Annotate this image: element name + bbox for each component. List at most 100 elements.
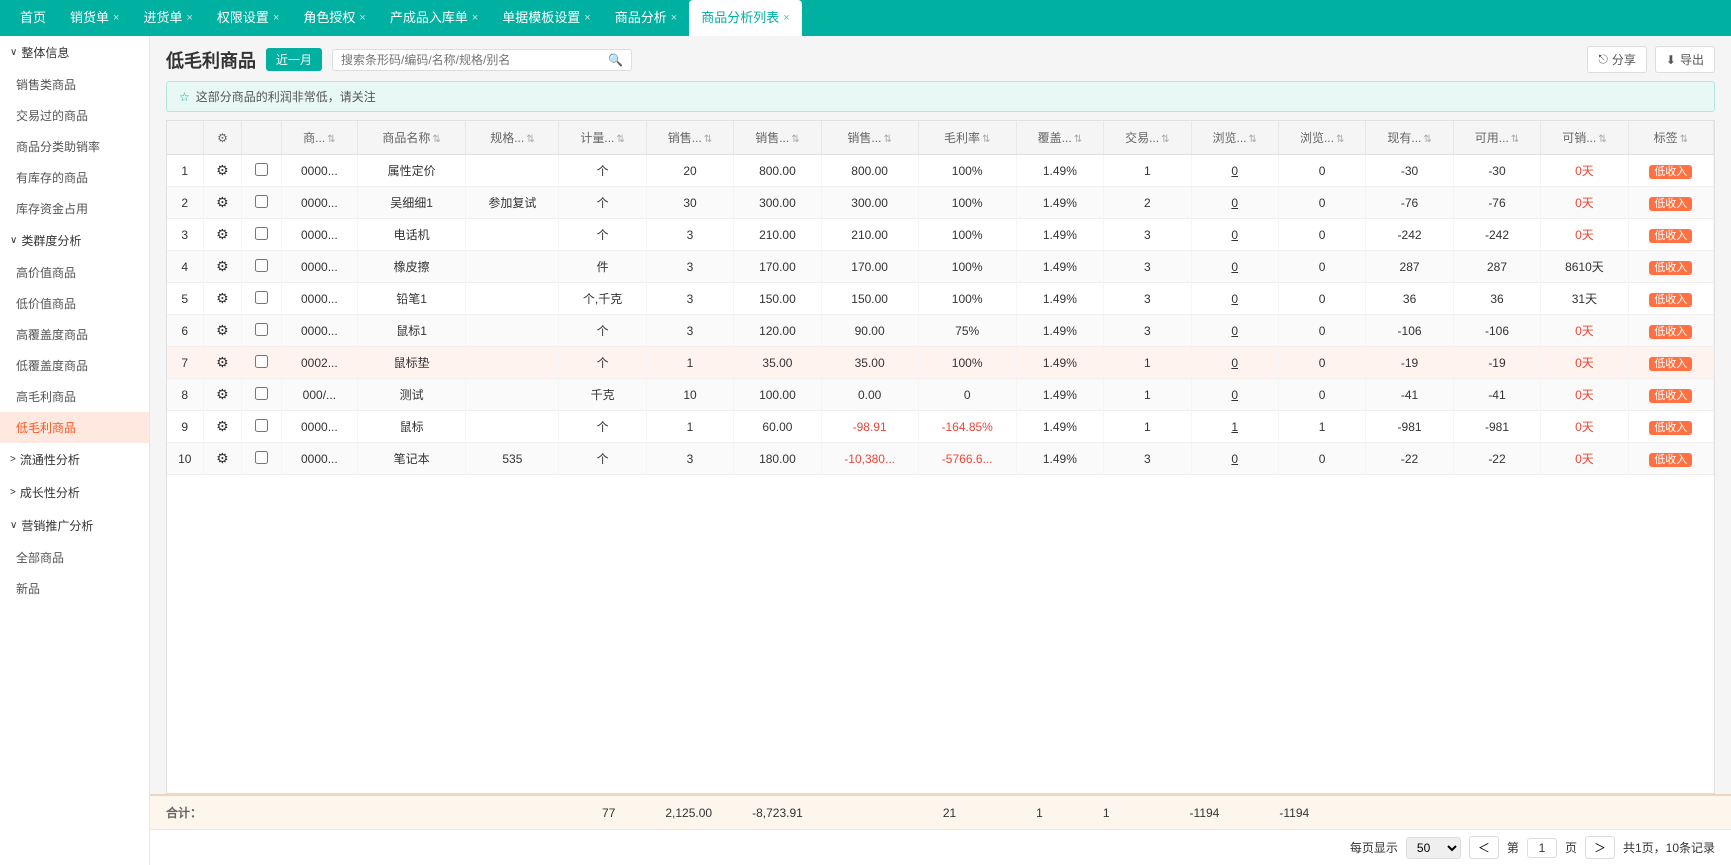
settings-icon[interactable]: ⚙ — [216, 290, 229, 306]
row-checkbox[interactable] — [255, 323, 268, 336]
settings-icon[interactable]: ⚙ — [216, 258, 229, 274]
view-link[interactable]: 0 — [1231, 356, 1238, 370]
settings-icon[interactable]: ⚙ — [216, 386, 229, 402]
search-input[interactable] — [341, 53, 608, 67]
export-button[interactable]: ⬇ 导出 — [1655, 46, 1715, 73]
nav-item-销货单[interactable]: 销货单× — [58, 0, 131, 36]
settings-icon[interactable]: ⚙ — [216, 162, 229, 178]
settings-icon[interactable]: ⚙ — [216, 418, 229, 434]
col-header-view1[interactable]: 浏览...⇅ — [1191, 121, 1278, 155]
row-checkbox[interactable] — [255, 355, 268, 368]
date-filter-button[interactable]: 近一月 — [266, 48, 322, 71]
col-header-gross_rate[interactable]: 毛利率⇅ — [918, 121, 1016, 155]
next-page-button[interactable]: ＞ — [1585, 836, 1615, 859]
cell-checkbox[interactable] — [242, 187, 282, 219]
nav-close-icon[interactable]: × — [783, 0, 789, 36]
sidebar-group-整体信息[interactable]: ∨整体信息 — [0, 36, 149, 69]
row-checkbox[interactable] — [255, 195, 268, 208]
cell-checkbox[interactable] — [242, 155, 282, 187]
page-size-select[interactable]: 50 100 — [1406, 837, 1461, 859]
cell-checkbox[interactable] — [242, 315, 282, 347]
cell-settings[interactable]: ⚙ — [203, 379, 242, 411]
row-checkbox[interactable] — [255, 259, 268, 272]
settings-icon[interactable]: ⚙ — [216, 450, 229, 466]
cell-checkbox[interactable] — [242, 411, 282, 443]
col-header-saleable[interactable]: 可销...⇅ — [1541, 121, 1628, 155]
nav-item-单据模板设置[interactable]: 单据模板设置× — [490, 0, 602, 36]
cell-settings[interactable]: ⚙ — [203, 187, 242, 219]
row-checkbox[interactable] — [255, 227, 268, 240]
nav-item-商品分析列表[interactable]: 商品分析列表× — [689, 0, 801, 36]
col-header-sales_qty[interactable]: 销售...⇅ — [646, 121, 733, 155]
prev-page-button[interactable]: ＜ — [1469, 836, 1499, 859]
share-button[interactable]: ⎋ 分享 — [1587, 46, 1647, 73]
col-header-code[interactable]: 商...⇅ — [282, 121, 358, 155]
sidebar-item-商品分类助销率[interactable]: 商品分类助销率 — [0, 131, 149, 162]
cell-settings[interactable]: ⚙ — [203, 411, 242, 443]
sidebar-item-高覆盖度商品[interactable]: 高覆盖度商品 — [0, 319, 149, 350]
row-checkbox[interactable] — [255, 451, 268, 464]
cell-settings[interactable]: ⚙ — [203, 155, 242, 187]
cell-checkbox[interactable] — [242, 219, 282, 251]
settings-icon[interactable]: ⚙ — [216, 322, 229, 338]
sidebar-item-交易过的商品[interactable]: 交易过的商品 — [0, 100, 149, 131]
nav-close-icon[interactable]: × — [273, 0, 279, 36]
cell-checkbox[interactable] — [242, 251, 282, 283]
col-header-coverage[interactable]: 覆盖...⇅ — [1016, 121, 1103, 155]
nav-item-角色授权[interactable]: 角色授权× — [291, 0, 377, 36]
sidebar-item-高价值商品[interactable]: 高价值商品 — [0, 257, 149, 288]
row-checkbox[interactable] — [255, 291, 268, 304]
nav-item-首页[interactable]: 首页 — [8, 0, 58, 36]
sidebar-item-高毛利商品[interactable]: 高毛利商品 — [0, 381, 149, 412]
view-link[interactable]: 0 — [1231, 292, 1238, 306]
nav-item-进货单[interactable]: 进货单× — [131, 0, 204, 36]
settings-icon[interactable]: ⚙ — [216, 194, 229, 210]
col-header-available[interactable]: 可用...⇅ — [1453, 121, 1540, 155]
view-link[interactable]: 0 — [1231, 164, 1238, 178]
sidebar-item-全部商品[interactable]: 全部商品 — [0, 542, 149, 573]
row-checkbox[interactable] — [255, 419, 268, 432]
cell-checkbox[interactable] — [242, 347, 282, 379]
view-link[interactable]: 0 — [1231, 324, 1238, 338]
nav-close-icon[interactable]: × — [113, 0, 119, 36]
cell-checkbox[interactable] — [242, 283, 282, 315]
col-header-current[interactable]: 现有...⇅ — [1366, 121, 1453, 155]
cell-settings[interactable]: ⚙ — [203, 315, 242, 347]
cell-settings[interactable]: ⚙ — [203, 251, 242, 283]
sidebar-item-销售类商品[interactable]: 销售类商品 — [0, 69, 149, 100]
col-header-unit[interactable]: 计量...⇅ — [559, 121, 646, 155]
view-link[interactable]: 0 — [1231, 452, 1238, 466]
cell-checkbox[interactable] — [242, 379, 282, 411]
nav-item-权限设置[interactable]: 权限设置× — [205, 0, 291, 36]
col-header-view2[interactable]: 浏览...⇅ — [1278, 121, 1365, 155]
col-header-sales_price[interactable]: 销售...⇅ — [734, 121, 821, 155]
sidebar-item-低毛利商品[interactable]: 低毛利商品 — [0, 412, 149, 443]
row-checkbox[interactable] — [255, 387, 268, 400]
cell-settings[interactable]: ⚙ — [203, 283, 242, 315]
view-link[interactable]: 0 — [1231, 196, 1238, 210]
sidebar-item-有库存的商品[interactable]: 有库存的商品 — [0, 162, 149, 193]
col-header-trade[interactable]: 交易...⇅ — [1104, 121, 1191, 155]
nav-item-产成品入库单[interactable]: 产成品入库单× — [378, 0, 490, 36]
view-link[interactable]: 0 — [1231, 260, 1238, 274]
col-header-spec[interactable]: 规格...⇅ — [466, 121, 559, 155]
sidebar-group-成长性分析[interactable]: >成长性分析 — [0, 476, 149, 509]
sidebar-item-低覆盖度商品[interactable]: 低覆盖度商品 — [0, 350, 149, 381]
sidebar-group-流通性分析[interactable]: >流通性分析 — [0, 443, 149, 476]
col-header-tag[interactable]: 标签⇅ — [1628, 121, 1713, 155]
view-link[interactable]: 0 — [1231, 388, 1238, 402]
col-header-sales_amount[interactable]: 销售...⇅ — [821, 121, 918, 155]
nav-close-icon[interactable]: × — [671, 0, 677, 36]
nav-close-icon[interactable]: × — [472, 0, 478, 36]
nav-close-icon[interactable]: × — [359, 0, 365, 36]
cell-settings[interactable]: ⚙ — [203, 219, 242, 251]
col-header-name[interactable]: 商品名称⇅ — [357, 121, 466, 155]
view-link[interactable]: 1 — [1231, 420, 1238, 434]
sidebar-group-营销推广分析[interactable]: ∨营销推广分析 — [0, 509, 149, 542]
sidebar-item-新品[interactable]: 新品 — [0, 573, 149, 604]
cell-settings[interactable]: ⚙ — [203, 347, 242, 379]
sidebar-group-类群度分析[interactable]: ∨类群度分析 — [0, 224, 149, 257]
settings-icon[interactable]: ⚙ — [216, 354, 229, 370]
nav-close-icon[interactable]: × — [584, 0, 590, 36]
settings-icon[interactable]: ⚙ — [216, 226, 229, 242]
